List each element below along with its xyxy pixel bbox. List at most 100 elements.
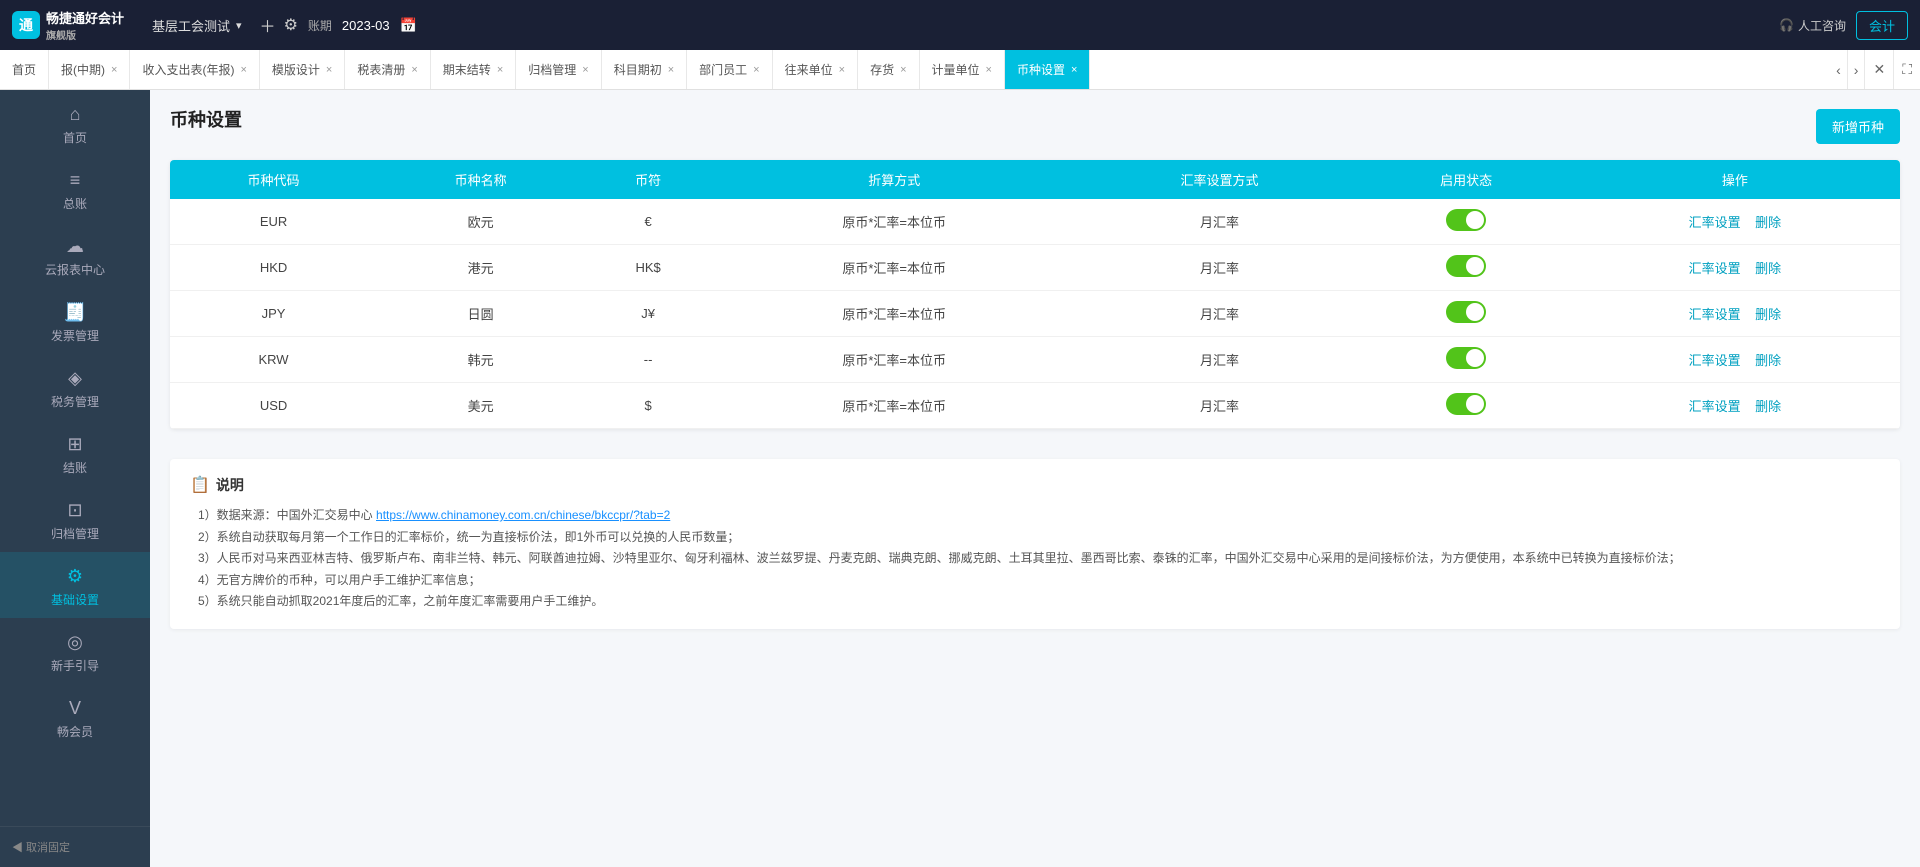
tab-----[interactable]: 科目期初× xyxy=(602,50,687,89)
table-header-row: 币种代码币种名称币符折算方式汇率设置方式启用状态操作 xyxy=(170,160,1900,199)
tab---[interactable]: 首页 xyxy=(0,50,49,89)
cell-symbol: J¥ xyxy=(584,291,712,337)
logo-icon: 通 xyxy=(12,11,40,39)
tab-close-icon[interactable]: × xyxy=(111,64,117,76)
notice-link[interactable]: https://www.chinamoney.com.cn/chinese/bk… xyxy=(376,508,670,522)
tab-----[interactable]: 往来单位× xyxy=(773,50,858,89)
currency-table: 币种代码币种名称币符折算方式汇率设置方式启用状态操作 EUR欧元€原币*汇率=本… xyxy=(170,160,1900,429)
rate-setting-link[interactable]: 汇率设置 xyxy=(1689,261,1741,276)
notice-item: 4）无官方牌价的币种，可以用户手工维护汇率信息； xyxy=(198,570,1880,592)
sidebar-label-home: 首页 xyxy=(63,129,87,146)
content-area: 币种设置 新增币种 币种代码币种名称币符折算方式汇率设置方式启用状态操作 EUR… xyxy=(150,90,1920,867)
cell-enabled xyxy=(1363,291,1570,337)
delete-link[interactable]: 删除 xyxy=(1755,353,1781,368)
settings-icon[interactable]: ⚙ xyxy=(284,15,298,35)
tab-----[interactable]: 模版设计× xyxy=(260,50,345,89)
delete-link[interactable]: 删除 xyxy=(1755,399,1781,414)
tab-close-icon[interactable]: × xyxy=(411,64,417,76)
tab----------[interactable]: 收入支出表(年报)× xyxy=(130,50,259,89)
cell-rate-method: 月汇率 xyxy=(1076,291,1362,337)
delete-link[interactable]: 删除 xyxy=(1755,307,1781,322)
sidebar-item-invoice[interactable]: 🧾 发票管理 xyxy=(0,288,150,354)
cell-calc-method: 原币*汇率=本位币 xyxy=(712,199,1076,245)
calendar-icon[interactable]: 📅 xyxy=(400,17,417,34)
col-header: 折算方式 xyxy=(712,160,1076,199)
tab-next-icon[interactable]: › xyxy=(1848,50,1866,89)
tab-----[interactable]: 计量单位× xyxy=(920,50,1005,89)
sidebar-icon-checkout: ⊞ xyxy=(67,434,82,455)
col-header: 币符 xyxy=(584,160,712,199)
delete-link[interactable]: 删除 xyxy=(1755,261,1781,276)
tab-close-icon[interactable]: × xyxy=(1071,64,1077,76)
sidebar-label-invoice: 发票管理 xyxy=(51,327,99,344)
sidebar-pin-toggle[interactable]: ◀ 取消固定 xyxy=(0,826,150,867)
notice-item: 5）系统只能自动抓取2021年度后的汇率，之前年度汇率需要用户手工维护。 xyxy=(198,591,1880,613)
account-button[interactable]: 会计 xyxy=(1856,11,1908,40)
sidebar-item-reports[interactable]: ☁ 云报表中心 xyxy=(0,222,150,288)
sidebar-item-checkout[interactable]: ⊞ 结账 xyxy=(0,420,150,486)
enable-toggle[interactable] xyxy=(1446,347,1486,369)
help-button[interactable]: 🎧 人工咨询 xyxy=(1779,17,1846,34)
tab-close-icon[interactable]: × xyxy=(326,64,332,76)
tab------[interactable]: 报(中期)× xyxy=(49,50,130,89)
tab-prev-icon[interactable]: ‹ xyxy=(1830,50,1848,89)
app-sub: 旗舰版 xyxy=(46,27,124,42)
sidebar-icon-guide: ◎ xyxy=(67,632,83,653)
cell-name: 美元 xyxy=(377,383,584,429)
tab-close-icon[interactable]: × xyxy=(668,64,674,76)
cell-symbol: € xyxy=(584,199,712,245)
enable-toggle[interactable] xyxy=(1446,255,1486,277)
tab-close-icon[interactable]: × xyxy=(753,64,759,76)
rate-setting-link[interactable]: 汇率设置 xyxy=(1689,307,1741,322)
cell-rate-method: 月汇率 xyxy=(1076,199,1362,245)
sidebar-label-guide: 新手引导 xyxy=(51,657,99,674)
tab-close-icon[interactable]: × xyxy=(582,64,588,76)
tab-----[interactable]: 部门员工× xyxy=(687,50,772,89)
workspace-selector[interactable]: 基层工会测试 ▾ xyxy=(152,16,242,35)
sidebar-item-ledger[interactable]: ≡ 总账 xyxy=(0,156,150,222)
cell-actions: 汇率设置 删除 xyxy=(1570,337,1900,383)
tab-----[interactable]: 归档管理× xyxy=(516,50,601,89)
sidebar-item-settings[interactable]: ⚙ 基础设置 xyxy=(0,552,150,618)
sidebar-item-guide[interactable]: ◎ 新手引导 xyxy=(0,618,150,684)
enable-toggle[interactable] xyxy=(1446,301,1486,323)
sidebar-icon-ledger: ≡ xyxy=(70,170,81,191)
sidebar-item-home[interactable]: ⌂ 首页 xyxy=(0,90,150,156)
tab-close-icon[interactable]: × xyxy=(986,64,992,76)
tab-close-icon[interactable]: × xyxy=(240,64,246,76)
main-layout: ⌂ 首页 ≡ 总账 ☁ 云报表中心 🧾 发票管理 ◈ 税务管理 ⊞ 结账 ⊡ 归… xyxy=(0,90,1920,867)
add-icon[interactable]: ＋ xyxy=(260,13,276,37)
cell-code: JPY xyxy=(170,291,377,337)
tab-expand-icon[interactable]: ⛶ xyxy=(1894,50,1920,89)
cell-name: 日圆 xyxy=(377,291,584,337)
rate-setting-link[interactable]: 汇率设置 xyxy=(1689,399,1741,414)
tab-close-icon[interactable]: × xyxy=(497,64,503,76)
tab-close-all-icon[interactable]: ✕ xyxy=(1865,50,1894,89)
tab---[interactable]: 存货× xyxy=(858,50,919,89)
notice-list: 1）数据来源：中国外汇交易中心 https://www.chinamoney.c… xyxy=(190,505,1880,613)
sidebar-item-member[interactable]: V 畅会员 xyxy=(0,684,150,750)
table-row: HKD港元HK$原币*汇率=本位币月汇率 汇率设置 删除 xyxy=(170,245,1900,291)
enable-toggle[interactable] xyxy=(1446,209,1486,231)
enable-toggle[interactable] xyxy=(1446,393,1486,415)
sidebar-icon-archive: ⊡ xyxy=(67,500,82,521)
tab-----[interactable]: 税表清册× xyxy=(345,50,430,89)
sidebar-item-archive[interactable]: ⊡ 归档管理 xyxy=(0,486,150,552)
cell-code: USD xyxy=(170,383,377,429)
sidebar-icon-member: V xyxy=(69,698,81,719)
notice-item: 3）人民币对马来西亚林吉特、俄罗斯卢布、南非兰特、韩元、阿联酋迪拉姆、沙特里亚尔… xyxy=(198,548,1880,570)
tab-close-icon[interactable]: × xyxy=(839,64,845,76)
sidebar-item-tax[interactable]: ◈ 税务管理 xyxy=(0,354,150,420)
tab-close-icon[interactable]: × xyxy=(900,64,906,76)
tab-----[interactable]: 币种设置× xyxy=(1005,50,1090,89)
cell-calc-method: 原币*汇率=本位币 xyxy=(712,291,1076,337)
tab-----[interactable]: 期末结转× xyxy=(431,50,516,89)
rate-setting-link[interactable]: 汇率设置 xyxy=(1689,215,1741,230)
notice-item: 1）数据来源：中国外汇交易中心 https://www.chinamoney.c… xyxy=(198,505,1880,527)
tabs-container: 首页报(中期)×收入支出表(年报)×模版设计×税表清册×期末结转×归档管理×科目… xyxy=(0,50,1830,89)
sidebar-icon-invoice: 🧾 xyxy=(64,302,86,323)
rate-setting-link[interactable]: 汇率设置 xyxy=(1689,353,1741,368)
period-label: 账期 xyxy=(308,17,332,34)
delete-link[interactable]: 删除 xyxy=(1755,215,1781,230)
new-currency-button[interactable]: 新增币种 xyxy=(1816,109,1900,144)
